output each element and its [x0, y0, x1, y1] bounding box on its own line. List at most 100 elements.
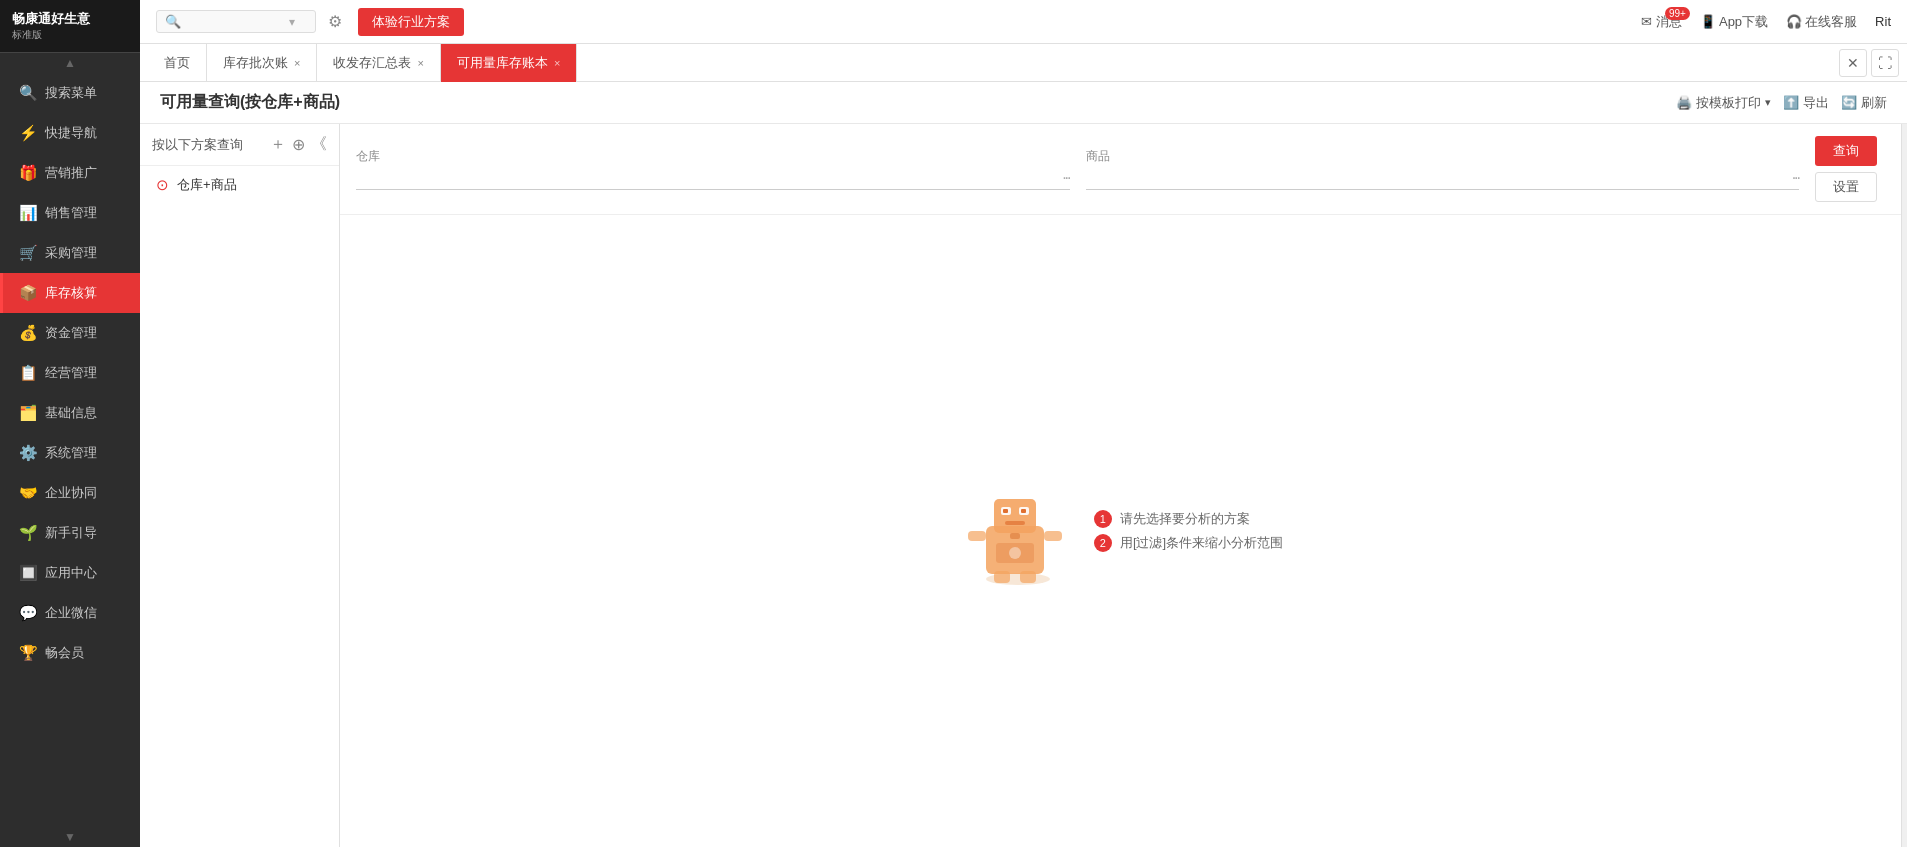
empty-tip-1: 1 请先选择要分析的方案: [1094, 510, 1283, 528]
tip-num-2: 2: [1094, 534, 1112, 552]
sidebar-item-sales-label: 销售管理: [45, 204, 97, 222]
collapse-icon[interactable]: 《: [311, 134, 327, 155]
export-btn[interactable]: ⬆️ 导出: [1783, 94, 1829, 112]
left-panel-item-warehouse-product[interactable]: ⊙ 仓库+商品: [140, 166, 339, 204]
page-title: 可用量查询(按仓库+商品): [160, 92, 340, 113]
sidebar-item-newbie-label: 新手引导: [45, 524, 97, 542]
page-actions: 🖨️ 按模板打印 ▾ ⬆️ 导出 🔄 刷新: [1676, 94, 1887, 112]
product-more-icon[interactable]: ···: [1792, 169, 1799, 187]
warehouse-product-label: 仓库+商品: [177, 176, 237, 194]
sidebar: 畅康通好生意 标准版 ▲ 🔍 搜索菜单 ⚡ 快捷导航 🎁 营销推广 📊 销售管理…: [0, 0, 140, 847]
sidebar-item-purchase[interactable]: 🛒 采购管理: [0, 233, 140, 273]
tab-available-qty-close[interactable]: ×: [554, 57, 560, 69]
tab-summary-close[interactable]: ×: [417, 57, 423, 69]
sidebar-item-sales[interactable]: 📊 销售管理: [0, 193, 140, 233]
svg-point-10: [1009, 547, 1021, 559]
sidebar-item-newbie[interactable]: 🌱 新手引导: [0, 513, 140, 553]
message-icon[interactable]: ✉ 消息 99+: [1641, 13, 1682, 31]
tab-batch-close[interactable]: ×: [294, 57, 300, 69]
purchase-icon: 🛒: [19, 244, 37, 262]
product-label: 商品: [1086, 148, 1800, 165]
refresh-label: 刷新: [1861, 94, 1887, 112]
filter-row: 仓库 ··· 商品 ··· 查询 设置: [340, 124, 1901, 215]
sidebar-scroll-down[interactable]: ▼: [0, 827, 140, 847]
warehouse-label: 仓库: [356, 148, 1070, 165]
left-panel-actions: ＋ ⊕ 《: [270, 134, 327, 155]
sidebar-menu: 🔍 搜索菜单 ⚡ 快捷导航 🎁 营销推广 📊 销售管理 🛒 采购管理 📦 库存核…: [0, 73, 140, 827]
add-icon[interactable]: ＋: [270, 134, 286, 155]
print-btn[interactable]: 🖨️ 按模板打印 ▾: [1676, 94, 1771, 112]
empty-state: 1 请先选择要分析的方案 2 用[过滤]条件来缩小分析范围: [340, 215, 1901, 847]
warehouse-more-icon[interactable]: ···: [1062, 169, 1069, 187]
svg-rect-5: [1003, 509, 1008, 513]
topbar-search-input[interactable]: [185, 15, 285, 29]
sidebar-item-system[interactable]: ⚙️ 系统管理: [0, 433, 140, 473]
tab-home-label: 首页: [164, 54, 190, 72]
online-service-link[interactable]: 🎧 在线客服: [1786, 13, 1857, 31]
brand-name: 畅康通好生意: [12, 10, 128, 28]
tab-summary-label: 收发存汇总表: [333, 54, 411, 72]
sidebar-scroll-up[interactable]: ▲: [0, 53, 140, 73]
empty-content: 1 请先选择要分析的方案 2 用[过滤]条件来缩小分析范围: [958, 471, 1283, 591]
quicknav-icon: ⚡: [19, 124, 37, 142]
sidebar-item-purchase-label: 采购管理: [45, 244, 97, 262]
tip-num-1: 1: [1094, 510, 1112, 528]
marketing-icon: 🎁: [19, 164, 37, 182]
topbar-right: ✉ 消息 99+ 📱 App下载 🎧 在线客服 Rit: [1641, 13, 1891, 31]
print-chevron-icon[interactable]: ▾: [1765, 96, 1771, 109]
tip-text-2: 用[过滤]条件来缩小分析范围: [1120, 534, 1283, 552]
topbar: 🔍 ▾ ⚙ 体验行业方案 ✉ 消息 99+ 📱 App下载 🎧 在线客服 Rit: [140, 0, 1907, 44]
left-panel: 按以下方案查询 ＋ ⊕ 《 ⊙ 仓库+商品: [140, 124, 340, 847]
tabs-controls: ✕ ⛶: [1839, 49, 1899, 77]
warehouse-input-row: ···: [356, 169, 1070, 190]
tabs-bar: 首页 库存批次账 × 收发存汇总表 × 可用量库存账本 × ✕ ⛶: [140, 44, 1907, 82]
sidebar-item-marketing[interactable]: 🎁 营销推广: [0, 153, 140, 193]
tab-available-qty[interactable]: 可用量库存账本 ×: [441, 44, 577, 82]
refresh-icon: 🔄: [1841, 95, 1857, 110]
tab-maximize-btn[interactable]: ⛶: [1871, 49, 1899, 77]
right-scrollbar[interactable]: [1901, 124, 1907, 847]
sidebar-item-member[interactable]: 🏆 畅会员: [0, 633, 140, 673]
sales-icon: 📊: [19, 204, 37, 222]
settings-button[interactable]: 设置: [1815, 172, 1877, 202]
app-download-link[interactable]: 📱 App下载: [1700, 13, 1768, 31]
left-panel-title: 按以下方案查询: [152, 136, 243, 154]
app-download-label: App下载: [1719, 13, 1768, 31]
search-icon: 🔍: [19, 84, 37, 102]
refresh-btn[interactable]: 🔄 刷新: [1841, 94, 1887, 112]
industry-btn[interactable]: 体验行业方案: [358, 8, 464, 36]
empty-tips: 1 请先选择要分析的方案 2 用[过滤]条件来缩小分析范围: [1094, 510, 1283, 552]
settings-icon[interactable]: ⊕: [292, 135, 305, 154]
sidebar-item-enterprise-wechat[interactable]: 💬 企业微信: [0, 593, 140, 633]
sidebar-item-basic-info[interactable]: 🗂️ 基础信息: [0, 393, 140, 433]
finance-icon: 💰: [19, 324, 37, 342]
user-name[interactable]: Rit: [1875, 14, 1891, 29]
gear-icon[interactable]: ⚙: [328, 12, 342, 31]
svg-rect-11: [968, 531, 986, 541]
tab-close-btn[interactable]: ✕: [1839, 49, 1867, 77]
sidebar-header: 畅康通好生意 标准版: [0, 0, 140, 53]
export-label: 导出: [1803, 94, 1829, 112]
warehouse-filter: 仓库 ···: [356, 148, 1070, 190]
tab-batch-label: 库存批次账: [223, 54, 288, 72]
product-input[interactable]: [1086, 171, 1788, 186]
sidebar-item-enterprise[interactable]: 🤝 企业协同: [0, 473, 140, 513]
newbie-icon: 🌱: [19, 524, 37, 542]
sidebar-item-inventory[interactable]: 📦 库存核算: [0, 273, 140, 313]
tab-batch-account[interactable]: 库存批次账 ×: [207, 44, 317, 82]
sidebar-item-search[interactable]: 🔍 搜索菜单: [0, 73, 140, 113]
sidebar-item-finance[interactable]: 💰 资金管理: [0, 313, 140, 353]
product-input-row: ···: [1086, 169, 1800, 190]
svg-rect-2: [994, 499, 1036, 533]
query-button[interactable]: 查询: [1815, 136, 1877, 166]
warehouse-input[interactable]: [356, 171, 1058, 186]
sidebar-item-app-center[interactable]: 🔲 应用中心: [0, 553, 140, 593]
chevron-down-icon[interactable]: ▾: [289, 15, 295, 29]
tab-home[interactable]: 首页: [148, 44, 207, 82]
sidebar-item-quick-nav[interactable]: ⚡ 快捷导航: [0, 113, 140, 153]
system-icon: ⚙️: [19, 444, 37, 462]
sidebar-item-management[interactable]: 📋 经营管理: [0, 353, 140, 393]
search-icon: 🔍: [165, 14, 181, 29]
topbar-search-box[interactable]: 🔍 ▾: [156, 10, 316, 33]
tab-summary[interactable]: 收发存汇总表 ×: [317, 44, 440, 82]
